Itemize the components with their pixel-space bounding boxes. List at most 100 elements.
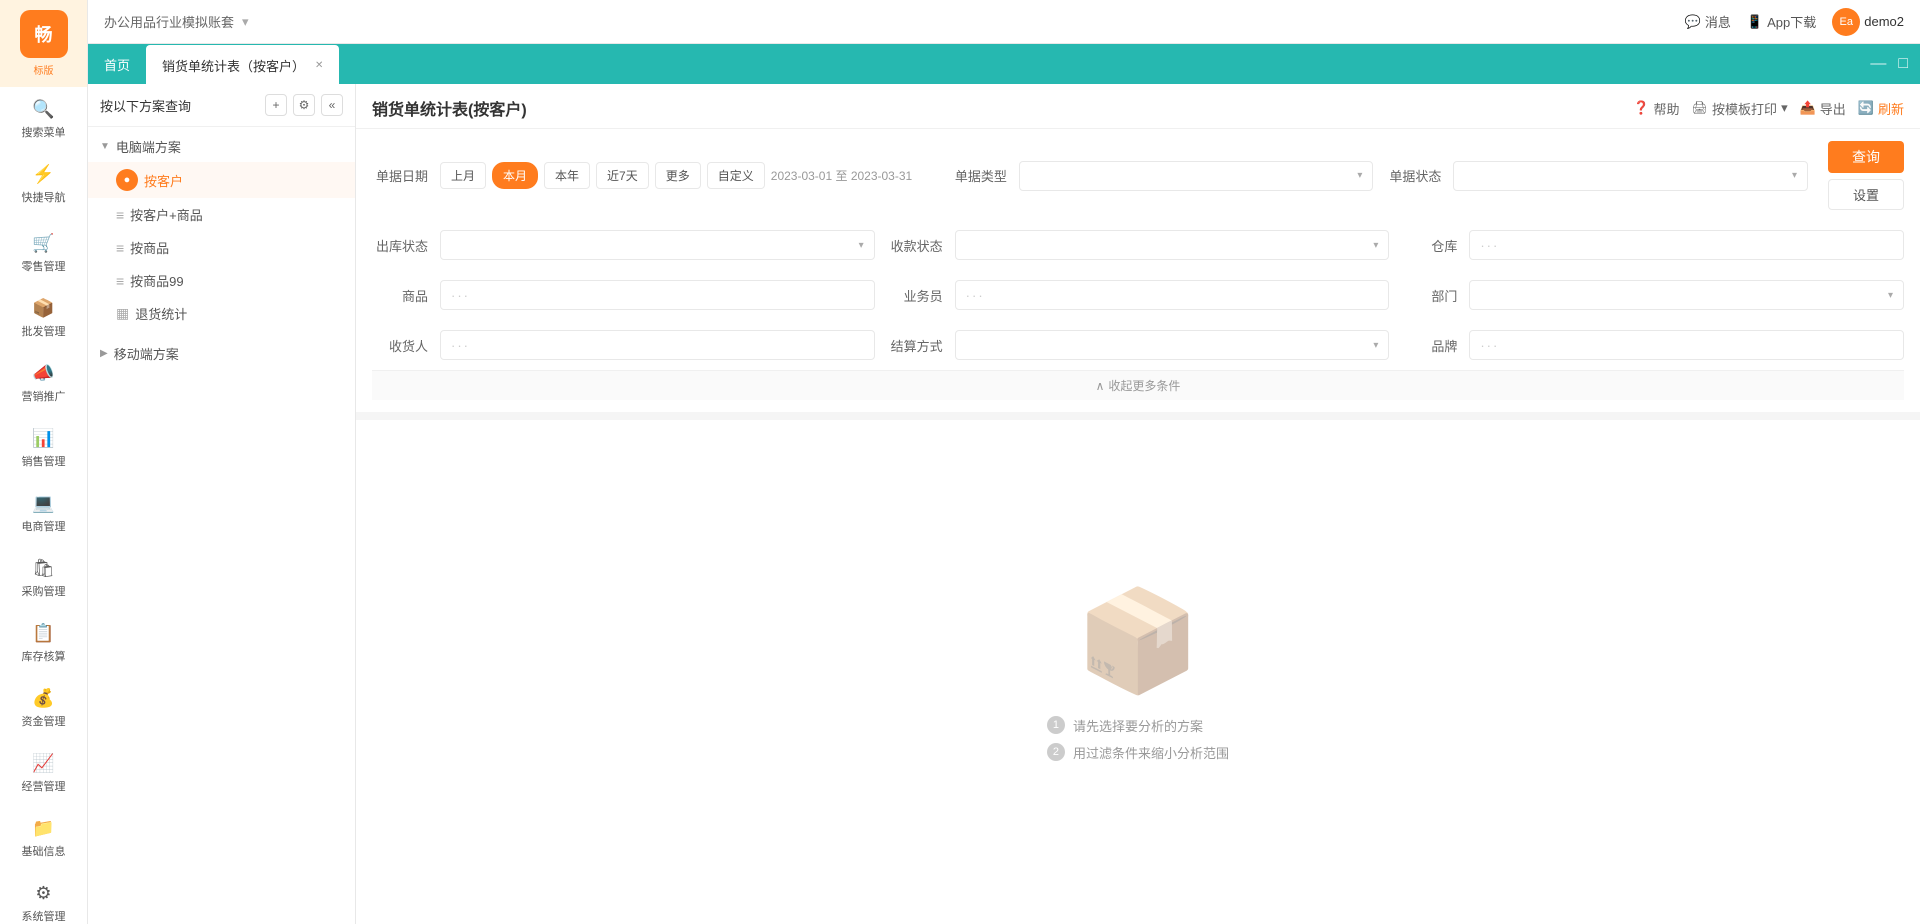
sidebar-item-ecommerce[interactable]: 💻 电商管理 (0, 481, 87, 546)
tab-home[interactable]: 首页 (88, 44, 146, 84)
sidebar-item-sales[interactable]: 📊 销售管理 (0, 416, 87, 481)
filter-row-4: 收货人 ··· 结算方式 ▾ 品牌 ··· (372, 330, 1904, 360)
item-icon-1: ≡ (116, 207, 124, 223)
warehouse-label: 仓库 (1401, 236, 1457, 255)
sidebar-item-purchase[interactable]: 🛍 采购管理 (0, 546, 87, 611)
system-icon: ⚙ (35, 883, 51, 904)
staff-dots: ··· (966, 288, 985, 303)
refresh-icon: 🔄 (1858, 100, 1874, 116)
logo-icon: 畅 (20, 10, 68, 58)
sidebar-item-quick-nav[interactable]: ⚡ 快捷导航 (0, 152, 87, 217)
print-btn[interactable]: 🖨 按模板打印 ▾ (1692, 99, 1788, 118)
sidebar-item-search-menu[interactable]: 🔍 搜索菜单 (0, 87, 87, 152)
minimize-btn[interactable]: — (1866, 51, 1890, 77)
logo-area: 畅 标版 (0, 0, 87, 87)
left-panel-header: 按以下方案查询 + ⚙ « (88, 84, 355, 127)
recipient-field[interactable]: ··· (440, 330, 875, 360)
scheme-settings-btn[interactable]: ⚙ (293, 94, 315, 116)
last-month-btn[interactable]: 上月 (440, 162, 486, 189)
settings-btn[interactable]: 设置 (1828, 179, 1904, 210)
pc-scheme-label: 电脑端方案 (116, 137, 181, 156)
scheme-return-stats[interactable]: ▦ 退货统计 (88, 297, 355, 330)
sidebar-item-basicinfo[interactable]: 📁 基础信息 (0, 806, 87, 871)
pc-scheme-parent[interactable]: ▼ 电脑端方案 (88, 131, 355, 162)
scheme-query-title: 按以下方案查询 (100, 96, 191, 115)
message-btn[interactable]: 💬 消息 (1685, 12, 1731, 31)
tab-actions: — □ (1866, 51, 1920, 77)
by-goods-label: 按商品 (130, 238, 169, 257)
app-download-btn[interactable]: 📱 App下载 (1747, 12, 1816, 31)
industry-label: 办公用品行业模拟账套 (104, 12, 234, 31)
sidebar-item-system[interactable]: ⚙ 系统管理 (0, 871, 87, 924)
query-btn[interactable]: 查询 (1828, 141, 1904, 173)
sidebar-item-marketing[interactable]: 📣 营销推广 (0, 351, 87, 416)
export-icon: 📤 (1800, 100, 1816, 116)
this-year-btn[interactable]: 本年 (544, 162, 590, 189)
main-area: 办公用品行业模拟账套 ▾ 💬 消息 📱 App下载 Ea demo2 首页 (88, 0, 1920, 924)
maximize-btn[interactable]: □ (1894, 51, 1912, 77)
staff-field[interactable]: ··· (955, 280, 1390, 310)
filter-area: 单据日期 上月 本月 本年 近7天 更多 自定义 2023-03-01 至 20… (356, 129, 1920, 412)
this-month-btn[interactable]: 本月 (492, 162, 538, 189)
order-status-arrow: ▾ (1792, 170, 1797, 181)
search-menu-icon: 🔍 (32, 99, 54, 120)
order-type-arrow: ▾ (1357, 170, 1362, 181)
add-scheme-btn[interactable]: + (265, 94, 287, 116)
brand-label: 品牌 (1401, 336, 1457, 355)
custom-btn[interactable]: 自定义 (707, 162, 765, 189)
export-btn[interactable]: 📤 导出 (1800, 99, 1846, 118)
order-type-select[interactable]: ▾ (1019, 161, 1374, 191)
scheme-by-goods-99[interactable]: ≡ 按商品99 (88, 264, 355, 297)
content-area: 按以下方案查询 + ⚙ « ▼ 电脑端方案 (88, 84, 1920, 924)
sidebar-item-inventory[interactable]: 📋 库存核算 (0, 611, 87, 676)
ecommerce-icon: 💻 (32, 493, 54, 514)
refresh-btn[interactable]: 🔄 刷新 (1858, 99, 1904, 118)
out-status-select[interactable]: ▾ (440, 230, 875, 260)
mobile-scheme-group: ▶ 移动端方案 (88, 334, 355, 373)
warehouse-field[interactable]: ··· (1469, 230, 1904, 260)
date-range-text: 2023-03-01 至 2023-03-31 (771, 167, 912, 184)
goods-field[interactable]: ··· (440, 280, 875, 310)
empty-tip-1: 1 请先选择要分析的方案 (1047, 716, 1229, 735)
panel-collapse-btn[interactable]: « (321, 94, 343, 116)
pc-scheme-children: ● 按客户 ≡ 按客户+商品 ≡ 按商品 ≡ 按商品99 (88, 162, 355, 330)
print-icon: 🖨 (1692, 100, 1709, 116)
top-header: 办公用品行业模拟账套 ▾ 💬 消息 📱 App下载 Ea demo2 (88, 0, 1920, 44)
wholesale-icon: 📦 (32, 298, 54, 319)
payment-status-select[interactable]: ▾ (955, 230, 1390, 260)
tab-close-btn[interactable]: ✕ (315, 60, 323, 71)
payment-method-select[interactable]: ▾ (955, 330, 1390, 360)
scheme-by-goods[interactable]: ≡ 按商品 (88, 231, 355, 264)
collapse-more-btn[interactable]: ∧ 收起更多条件 (372, 370, 1904, 400)
empty-tips: 1 请先选择要分析的方案 2 用过滤条件来缩小分析范围 (1047, 716, 1229, 762)
sidebar-item-retail[interactable]: 🛒 零售管理 (0, 221, 87, 286)
more-btn[interactable]: 更多 (655, 162, 701, 189)
staff-label: 业务员 (887, 286, 943, 305)
mobile-scheme-parent[interactable]: ▶ 移动端方案 (88, 338, 355, 369)
item-icon-3: ≡ (116, 273, 124, 289)
scheme-by-customer[interactable]: ● 按客户 (88, 162, 355, 198)
settings-icon: ⚙ (299, 98, 310, 112)
tip-num-2: 2 (1047, 743, 1065, 761)
tip-text-2: 用过滤条件来缩小分析范围 (1073, 743, 1229, 762)
brand-field[interactable]: ··· (1469, 330, 1904, 360)
scheme-by-customer-goods[interactable]: ≡ 按客户+商品 (88, 198, 355, 231)
user-area[interactable]: Ea demo2 (1832, 8, 1904, 36)
industry-dropdown-icon[interactable]: ▾ (242, 14, 249, 30)
dept-select[interactable]: ▾ (1469, 280, 1904, 310)
help-btn[interactable]: ❓ 帮助 (1633, 99, 1679, 118)
sidebar-item-operation[interactable]: 📈 经营管理 (0, 741, 87, 806)
goods-dots: ··· (451, 288, 470, 303)
out-status-label: 出库状态 (372, 236, 428, 255)
sidebar-item-wholesale[interactable]: 📦 批发管理 (0, 286, 87, 351)
order-status-select[interactable]: ▾ (1453, 161, 1808, 191)
last-7days-btn[interactable]: 近7天 (596, 162, 649, 189)
sidebar-item-finance[interactable]: 💰 资金管理 (0, 676, 87, 741)
tab-sales-stats[interactable]: 销货单统计表（按客户） ✕ (146, 45, 339, 85)
collapse-icon: « (329, 98, 336, 112)
payment-method-label: 结算方式 (887, 336, 943, 355)
tip-text-1: 请先选择要分析的方案 (1073, 716, 1203, 735)
pc-scheme-group: ▼ 电脑端方案 ● 按客户 ≡ 按客户+商品 (88, 127, 355, 334)
expand-arrow: ▼ (100, 141, 110, 152)
inventory-icon: 📋 (32, 623, 54, 644)
